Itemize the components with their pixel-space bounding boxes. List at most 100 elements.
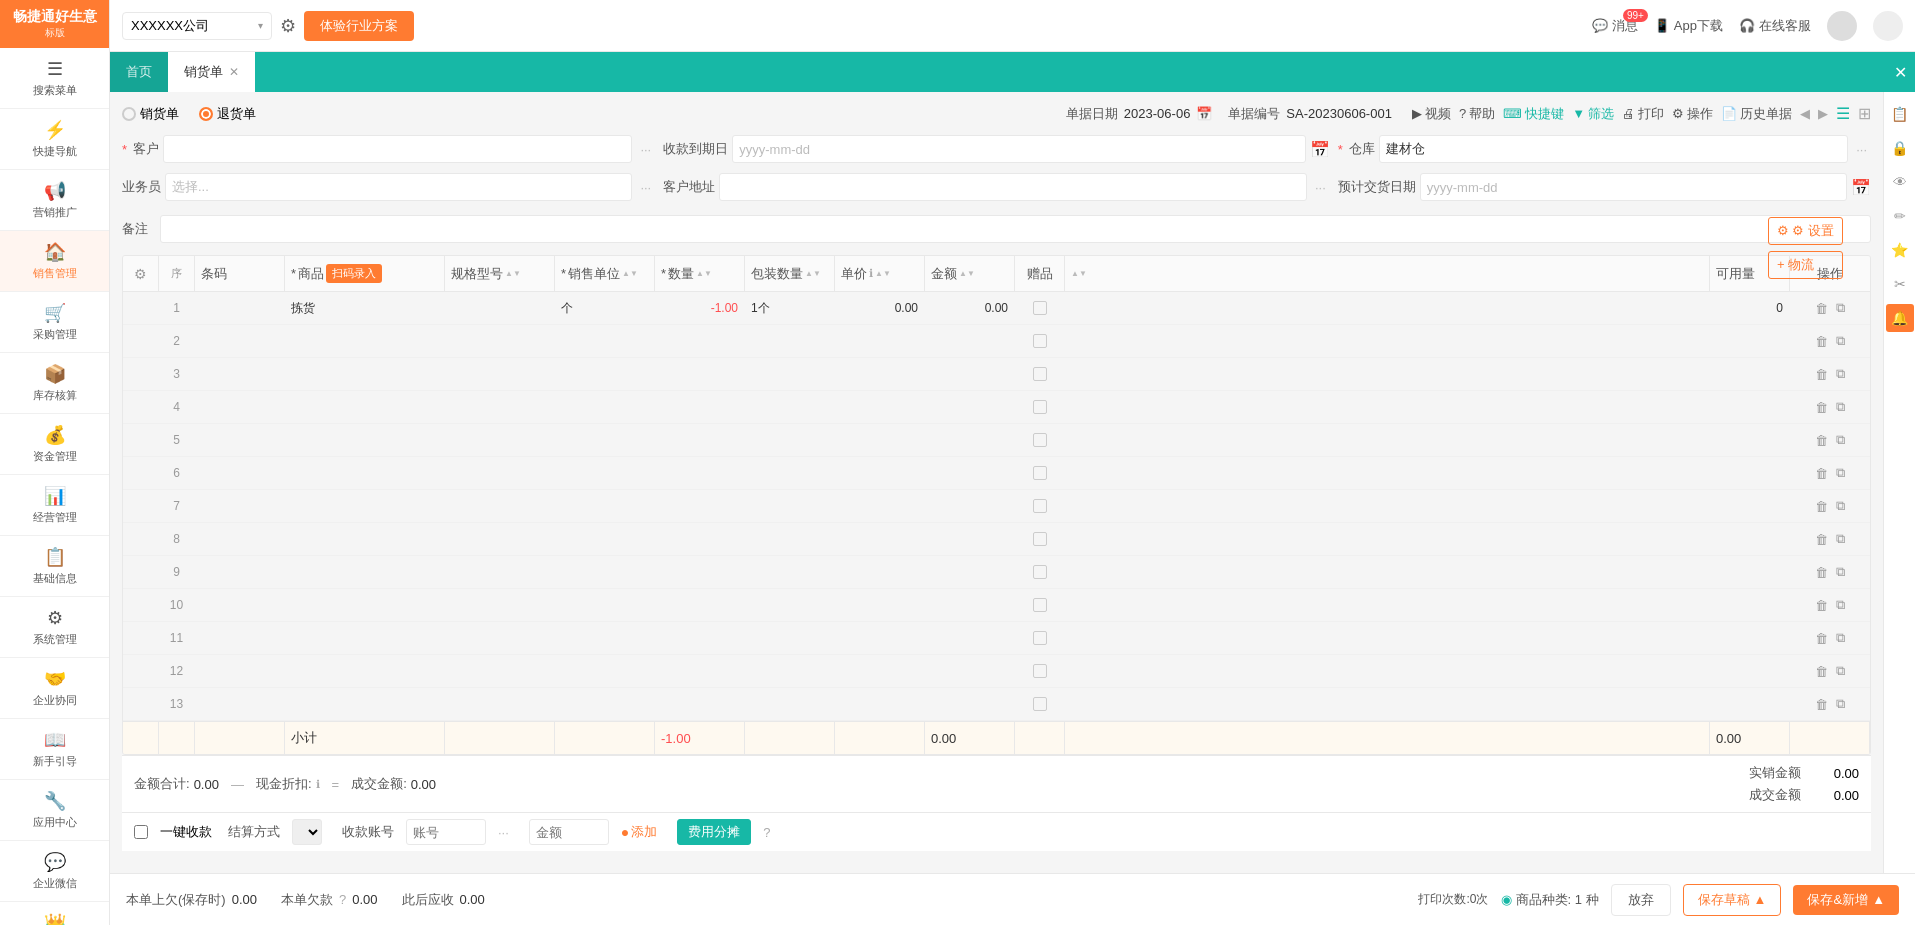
delete-row-icon-1[interactable]: 🗑: [1815, 301, 1828, 316]
gift-checkbox-4[interactable]: [1033, 400, 1047, 414]
rp-eye-icon[interactable]: 👁: [1886, 168, 1914, 196]
td-pkg-10[interactable]: [745, 589, 835, 621]
td-qty-7[interactable]: [655, 490, 745, 522]
payment-help-icon[interactable]: ?: [763, 825, 770, 840]
calc-method-select[interactable]: [292, 819, 322, 845]
td-price-6[interactable]: [835, 457, 925, 489]
company-selector[interactable]: XXXXXX公司 ▾: [122, 12, 272, 40]
receive-date-calendar-icon[interactable]: 📅: [1310, 140, 1330, 159]
copy-row-icon-12[interactable]: ⧉: [1836, 663, 1845, 679]
fee-split-btn[interactable]: 费用分摊: [677, 819, 751, 845]
td-amount-1[interactable]: 0.00: [925, 292, 1015, 324]
copy-row-icon-4[interactable]: ⧉: [1836, 399, 1845, 415]
td-remark-4[interactable]: [1065, 391, 1710, 423]
td-pkg-9[interactable]: [745, 556, 835, 588]
td-price-2[interactable]: [835, 325, 925, 357]
td-qty-4[interactable]: [655, 391, 745, 423]
td-product-2[interactable]: [285, 325, 445, 357]
td-amount-8[interactable]: [925, 523, 1015, 555]
tab-close-icon[interactable]: ✕: [229, 65, 239, 79]
td-product-12[interactable]: [285, 655, 445, 687]
td-gift-11[interactable]: [1015, 622, 1065, 654]
scan-button[interactable]: 扫码录入: [326, 264, 382, 283]
td-qty-8[interactable]: [655, 523, 745, 555]
delete-row-icon-10[interactable]: 🗑: [1815, 598, 1828, 613]
copy-row-icon-3[interactable]: ⧉: [1836, 366, 1845, 382]
td-qty-2[interactable]: [655, 325, 745, 357]
td-pkg-6[interactable]: [745, 457, 835, 489]
td-spec-5[interactable]: [445, 424, 555, 456]
td-qty-13[interactable]: [655, 688, 745, 720]
td-amount-11[interactable]: [925, 622, 1015, 654]
messages-btn[interactable]: 💬 消息 99+: [1592, 17, 1638, 35]
td-product-10[interactable]: [285, 589, 445, 621]
sidebar-item-vip[interactable]: 👑 畅会员: [0, 902, 109, 925]
td-spec-6[interactable]: [445, 457, 555, 489]
view-grid-icon[interactable]: ⊞: [1858, 104, 1871, 123]
rp-bell-icon[interactable]: 🔔: [1886, 304, 1914, 332]
sidebar-item-sales[interactable]: 🏠 销售管理: [0, 231, 109, 292]
td-spec-13[interactable]: [445, 688, 555, 720]
copy-row-icon-1[interactable]: ⧉: [1836, 300, 1845, 316]
copy-row-icon-6[interactable]: ⧉: [1836, 465, 1845, 481]
gift-checkbox-7[interactable]: [1033, 499, 1047, 513]
one-click-payment-checkbox[interactable]: [134, 825, 148, 839]
total-owed-help[interactable]: ?: [339, 892, 346, 907]
td-amount-12[interactable]: [925, 655, 1015, 687]
sidebar-item-inventory[interactable]: 📦 库存核算: [0, 353, 109, 414]
td-product-6[interactable]: [285, 457, 445, 489]
td-product-3[interactable]: [285, 358, 445, 390]
action-btn[interactable]: ⚙ 操作: [1672, 105, 1713, 123]
gift-checkbox-3[interactable]: [1033, 367, 1047, 381]
td-unit-13[interactable]: [555, 688, 655, 720]
delete-row-icon-9[interactable]: 🗑: [1815, 565, 1828, 580]
abandon-button[interactable]: 放弃: [1611, 884, 1671, 916]
tabbar-close-icon[interactable]: ✕: [1894, 63, 1907, 82]
rp-edit-icon[interactable]: ✏: [1886, 202, 1914, 230]
td-barcode-5[interactable]: [195, 424, 285, 456]
td-amount-4[interactable]: [925, 391, 1015, 423]
td-qty-6[interactable]: [655, 457, 745, 489]
sidebar-item-finance[interactable]: 💰 资金管理: [0, 414, 109, 475]
td-pkg-7[interactable]: [745, 490, 835, 522]
delete-row-icon-11[interactable]: 🗑: [1815, 631, 1828, 646]
td-product-7[interactable]: [285, 490, 445, 522]
copy-row-icon-2[interactable]: ⧉: [1836, 333, 1845, 349]
td-qty-1[interactable]: -1.00: [655, 292, 745, 324]
td-price-13[interactable]: [835, 688, 925, 720]
delete-row-icon-7[interactable]: 🗑: [1815, 499, 1828, 514]
td-price-3[interactable]: [835, 358, 925, 390]
td-spec-10[interactable]: [445, 589, 555, 621]
td-unit-8[interactable]: [555, 523, 655, 555]
rp-scissors-icon[interactable]: ✂: [1886, 270, 1914, 298]
gift-checkbox-8[interactable]: [1033, 532, 1047, 546]
td-spec-9[interactable]: [445, 556, 555, 588]
td-pkg-1[interactable]: 1个: [745, 292, 835, 324]
td-product-11[interactable]: [285, 622, 445, 654]
sidebar-item-basics[interactable]: 📋 基础信息: [0, 536, 109, 597]
td-remark-13[interactable]: [1065, 688, 1710, 720]
delete-row-icon-13[interactable]: 🗑: [1815, 697, 1828, 712]
video-btn[interactable]: ▶ 视频: [1412, 105, 1451, 123]
filter-btn[interactable]: ▼ 筛选: [1572, 105, 1614, 123]
td-spec-12[interactable]: [445, 655, 555, 687]
rp-lock-icon[interactable]: 🔒: [1886, 134, 1914, 162]
td-price-10[interactable]: [835, 589, 925, 621]
td-unit-9[interactable]: [555, 556, 655, 588]
copy-row-icon-13[interactable]: ⧉: [1836, 696, 1845, 712]
sales-order-radio[interactable]: 销货单: [122, 105, 179, 123]
delete-row-icon-4[interactable]: 🗑: [1815, 400, 1828, 415]
tab-home[interactable]: 首页: [110, 52, 168, 92]
delivery-date-calendar-icon[interactable]: 📅: [1851, 178, 1871, 197]
customer-input[interactable]: [163, 135, 632, 163]
settings-side-btn[interactable]: ⚙ ⚙ 设置: [1768, 217, 1843, 245]
td-unit-10[interactable]: [555, 589, 655, 621]
gift-checkbox-13[interactable]: [1033, 697, 1047, 711]
td-product-13[interactable]: [285, 688, 445, 720]
td-gift-6[interactable]: [1015, 457, 1065, 489]
td-amount-3[interactable]: [925, 358, 1015, 390]
td-barcode-9[interactable]: [195, 556, 285, 588]
td-remark-3[interactable]: [1065, 358, 1710, 390]
td-product-9[interactable]: [285, 556, 445, 588]
td-price-7[interactable]: [835, 490, 925, 522]
